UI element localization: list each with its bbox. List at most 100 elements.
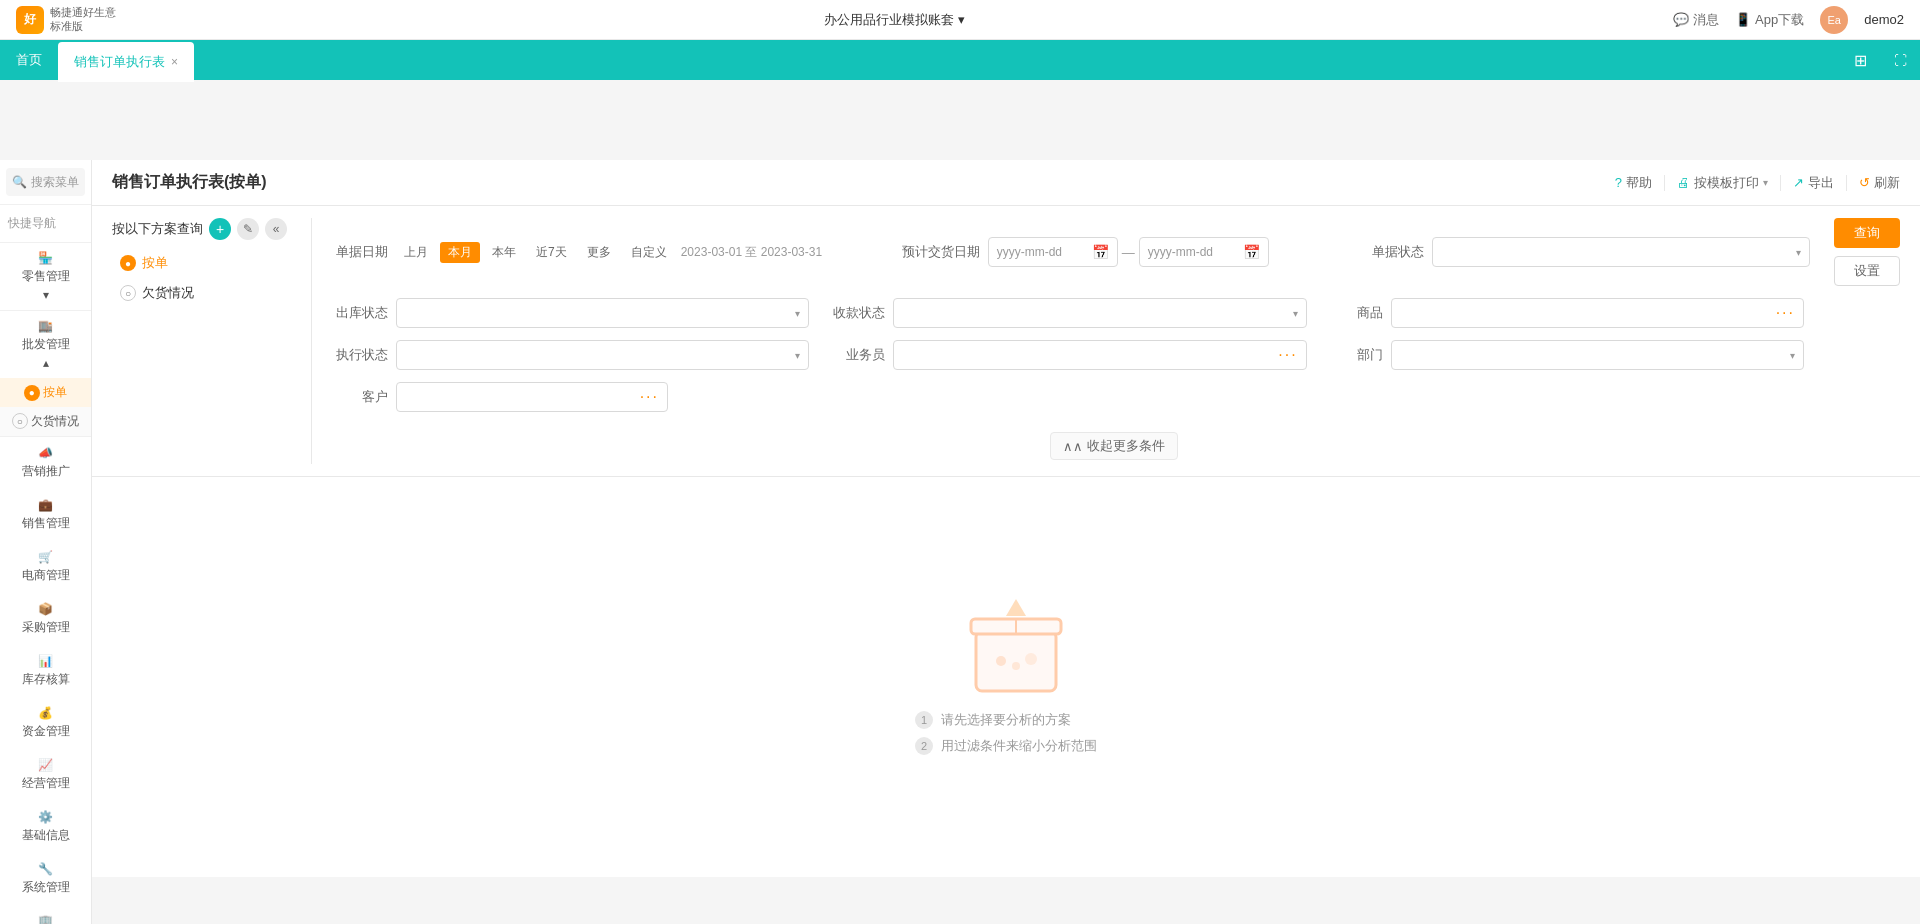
tab-home[interactable]: 首页 (0, 40, 58, 80)
content-area: 销售订单执行表(按单) ? 帮助 🖨 按模板打印 ▾ ↗ 导出 (92, 160, 1920, 924)
filter-fields: 单据日期 上月 本月 本年 近7天 更多 自定义 20 (312, 218, 1900, 464)
date-range-text: 2023-03-01 至 2023-03-31 (681, 244, 822, 261)
sidebar-item-finance[interactable]: 💰 资金管理 (4, 698, 87, 748)
refresh-button[interactable]: ↺ 刷新 (1859, 174, 1900, 192)
quick-date-more[interactable]: 更多 (579, 242, 619, 263)
sidebar-nav-label: 快捷导航 (0, 211, 91, 236)
download-icon: 📱 (1735, 12, 1751, 27)
collapse-button[interactable]: ∧∧ 收起更多条件 (1050, 432, 1178, 460)
filter-row-1: 单据日期 上月 本月 本年 近7天 更多 自定义 20 (328, 218, 1900, 286)
page-header: 销售订单执行表(按单) ? 帮助 🖨 按模板打印 ▾ ↗ 导出 (92, 160, 1920, 206)
customer-field: 客户 ··· (328, 382, 668, 412)
ecommerce-icon: 🛒 (38, 550, 53, 564)
empty-state: 1 请先选择要分析的方案 2 用过滤条件来缩小分析范围 (92, 477, 1920, 877)
page-dropdown[interactable]: 办公用品行业模拟账套 ▾ (824, 11, 965, 29)
exec-chevron: ▾ (795, 350, 800, 361)
bill-date-controls: 上月 本月 本年 近7天 更多 自定义 2023-03-01 至 2023-03… (396, 242, 822, 263)
sidebar-group-wholesale: 🏬 批发管理 ▴ ● 按单 ○ 欠货情况 (0, 311, 91, 437)
bill-status-field: 单据状态 ▾ (1364, 237, 1810, 267)
calendar-to-icon: 📅 (1243, 244, 1260, 260)
purchase-icon: 📦 (38, 602, 53, 616)
sidebar-subitem-order[interactable]: ● 按单 (0, 378, 91, 407)
estimated-date-to[interactable]: yyyy-mm-dd 📅 (1139, 237, 1269, 267)
logo-text: 畅捷通好生意 标准版 (50, 6, 116, 32)
sidebar-item-sales[interactable]: 💼 销售管理 (4, 490, 87, 540)
app-download-button[interactable]: 📱 App下载 (1735, 11, 1804, 29)
customer-label: 客户 (328, 388, 388, 406)
sidebar-item-ecommerce[interactable]: 🛒 电商管理 (4, 542, 87, 592)
filter-panel-inner: 按以下方案查询 + ✎ « ● 按单 ○ 欠货情况 (112, 218, 1900, 464)
dept-select[interactable]: ▾ (1391, 340, 1804, 370)
bill-date-label: 单据日期 (328, 243, 388, 261)
svg-point-4 (996, 656, 1006, 666)
finance-icon: 💰 (38, 706, 53, 720)
tab-sales-order[interactable]: 销售订单执行表 × (58, 42, 194, 82)
sidebar-item-system[interactable]: 🔧 系统管理 (4, 854, 87, 904)
scheme-item-debt[interactable]: ○ 欠货情况 (112, 278, 299, 308)
sidebar-item-operation[interactable]: 📈 经营管理 (4, 750, 87, 800)
goods-select[interactable]: ··· (1391, 298, 1804, 328)
help-button[interactable]: ? 帮助 (1615, 174, 1652, 192)
avatar[interactable]: Ea (1820, 6, 1848, 34)
settings-button[interactable]: 设置 (1834, 256, 1900, 286)
goods-dots-icon: ··· (1776, 304, 1795, 322)
sidebar-item-basic[interactable]: ⚙️ 基础信息 (4, 802, 87, 852)
shipping-chevron: ▾ (795, 308, 800, 319)
sidebar-search-area: 🔍 搜索菜单 (0, 160, 91, 205)
filter-row-2: 出库状态 ▾ 收款状态 ▾ (328, 298, 1900, 328)
action-buttons: 查询 设置 (1834, 218, 1900, 286)
tab-close-icon[interactable]: × (171, 55, 178, 69)
query-button[interactable]: 查询 (1834, 218, 1900, 248)
estimated-date-field: 预计交货日期 yyyy-mm-dd 📅 — yyyy-mm-dd 📅 (902, 237, 1348, 267)
estimated-date-range: yyyy-mm-dd 📅 — yyyy-mm-dd 📅 (988, 237, 1348, 267)
shipping-status-select[interactable]: ▾ (396, 298, 809, 328)
top-bar-right: 💬 消息 📱 App下载 Ea demo2 (1673, 6, 1904, 34)
fullscreen-icon[interactable]: ⛶ (1880, 40, 1920, 80)
export-button[interactable]: ↗ 导出 (1793, 174, 1834, 192)
sidebar-item-enterprise[interactable]: 🏢 企业协同 (4, 906, 87, 924)
sidebar-item-retail[interactable]: 🏪 零售管理 ▾ (0, 243, 91, 310)
expand-icon[interactable]: ⊞ (1840, 40, 1880, 80)
sidebar-item-purchase[interactable]: 📦 采购管理 (4, 594, 87, 644)
goods-label: 商品 (1323, 304, 1383, 322)
sidebar-item-wholesale[interactable]: 🏬 批发管理 ▴ (0, 311, 91, 378)
quick-date-last-month[interactable]: 上月 (396, 242, 436, 263)
dept-field: 部门 ▾ (1323, 340, 1804, 370)
scheme-edit-button[interactable]: ✎ (237, 218, 259, 240)
quick-date-this-year[interactable]: 本年 (484, 242, 524, 263)
nav-tabs: 首页 销售订单执行表 × ⊞ ⛶ (0, 40, 1920, 80)
filter-scheme: 按以下方案查询 + ✎ « ● 按单 ○ 欠货情况 (112, 218, 312, 464)
quick-date-custom[interactable]: 自定义 (623, 242, 675, 263)
customer-select[interactable]: ··· (396, 382, 668, 412)
export-icon: ↗ (1793, 175, 1804, 190)
marketing-icon: 📣 (38, 446, 53, 460)
scheme-collapse-button[interactable]: « (265, 218, 287, 240)
sidebar-search-button[interactable]: 🔍 搜索菜单 (6, 168, 85, 196)
exec-status-select[interactable]: ▾ (396, 340, 809, 370)
salesman-select[interactable]: ··· (893, 340, 1306, 370)
scheme-item-order[interactable]: ● 按单 (112, 248, 299, 278)
retail-icon: 🏪 (38, 251, 53, 265)
sales-icon: 💼 (38, 498, 53, 512)
bill-date-field: 单据日期 上月 本月 本年 近7天 更多 自定义 20 (328, 242, 886, 263)
scheme-add-button[interactable]: + (209, 218, 231, 240)
logo-area: 好 畅捷通好生意 标准版 (16, 6, 116, 34)
wholesale-icon: 🏬 (38, 319, 53, 333)
divider3 (1846, 175, 1847, 191)
message-button[interactable]: 💬 消息 (1673, 11, 1719, 29)
bill-status-label: 单据状态 (1364, 243, 1424, 261)
print-button[interactable]: 🖨 按模板打印 ▾ (1677, 174, 1768, 192)
estimated-date-from[interactable]: yyyy-mm-dd 📅 (988, 237, 1118, 267)
chevron-right-icon: ▾ (43, 288, 49, 302)
bill-status-select[interactable]: ▾ (1432, 237, 1810, 267)
payment-status-select[interactable]: ▾ (893, 298, 1306, 328)
top-bar-center: 办公用品行业模拟账套 ▾ (824, 11, 965, 29)
sidebar-item-inventory[interactable]: 📊 库存核算 (4, 646, 87, 696)
quick-date-this-month[interactable]: 本月 (440, 242, 480, 263)
sidebar-subitem-debt[interactable]: ○ 欠货情况 (0, 407, 91, 436)
quick-date-7days[interactable]: 近7天 (528, 242, 575, 263)
sidebar: 🔍 搜索菜单 快捷导航 🏪 零售管理 ▾ 🏬 批发管理 ▴ ● (0, 160, 92, 924)
print-chevron-icon: ▾ (1763, 177, 1768, 188)
exec-status-label: 执行状态 (328, 346, 388, 364)
sidebar-item-marketing[interactable]: 📣 营销推广 (4, 438, 87, 488)
